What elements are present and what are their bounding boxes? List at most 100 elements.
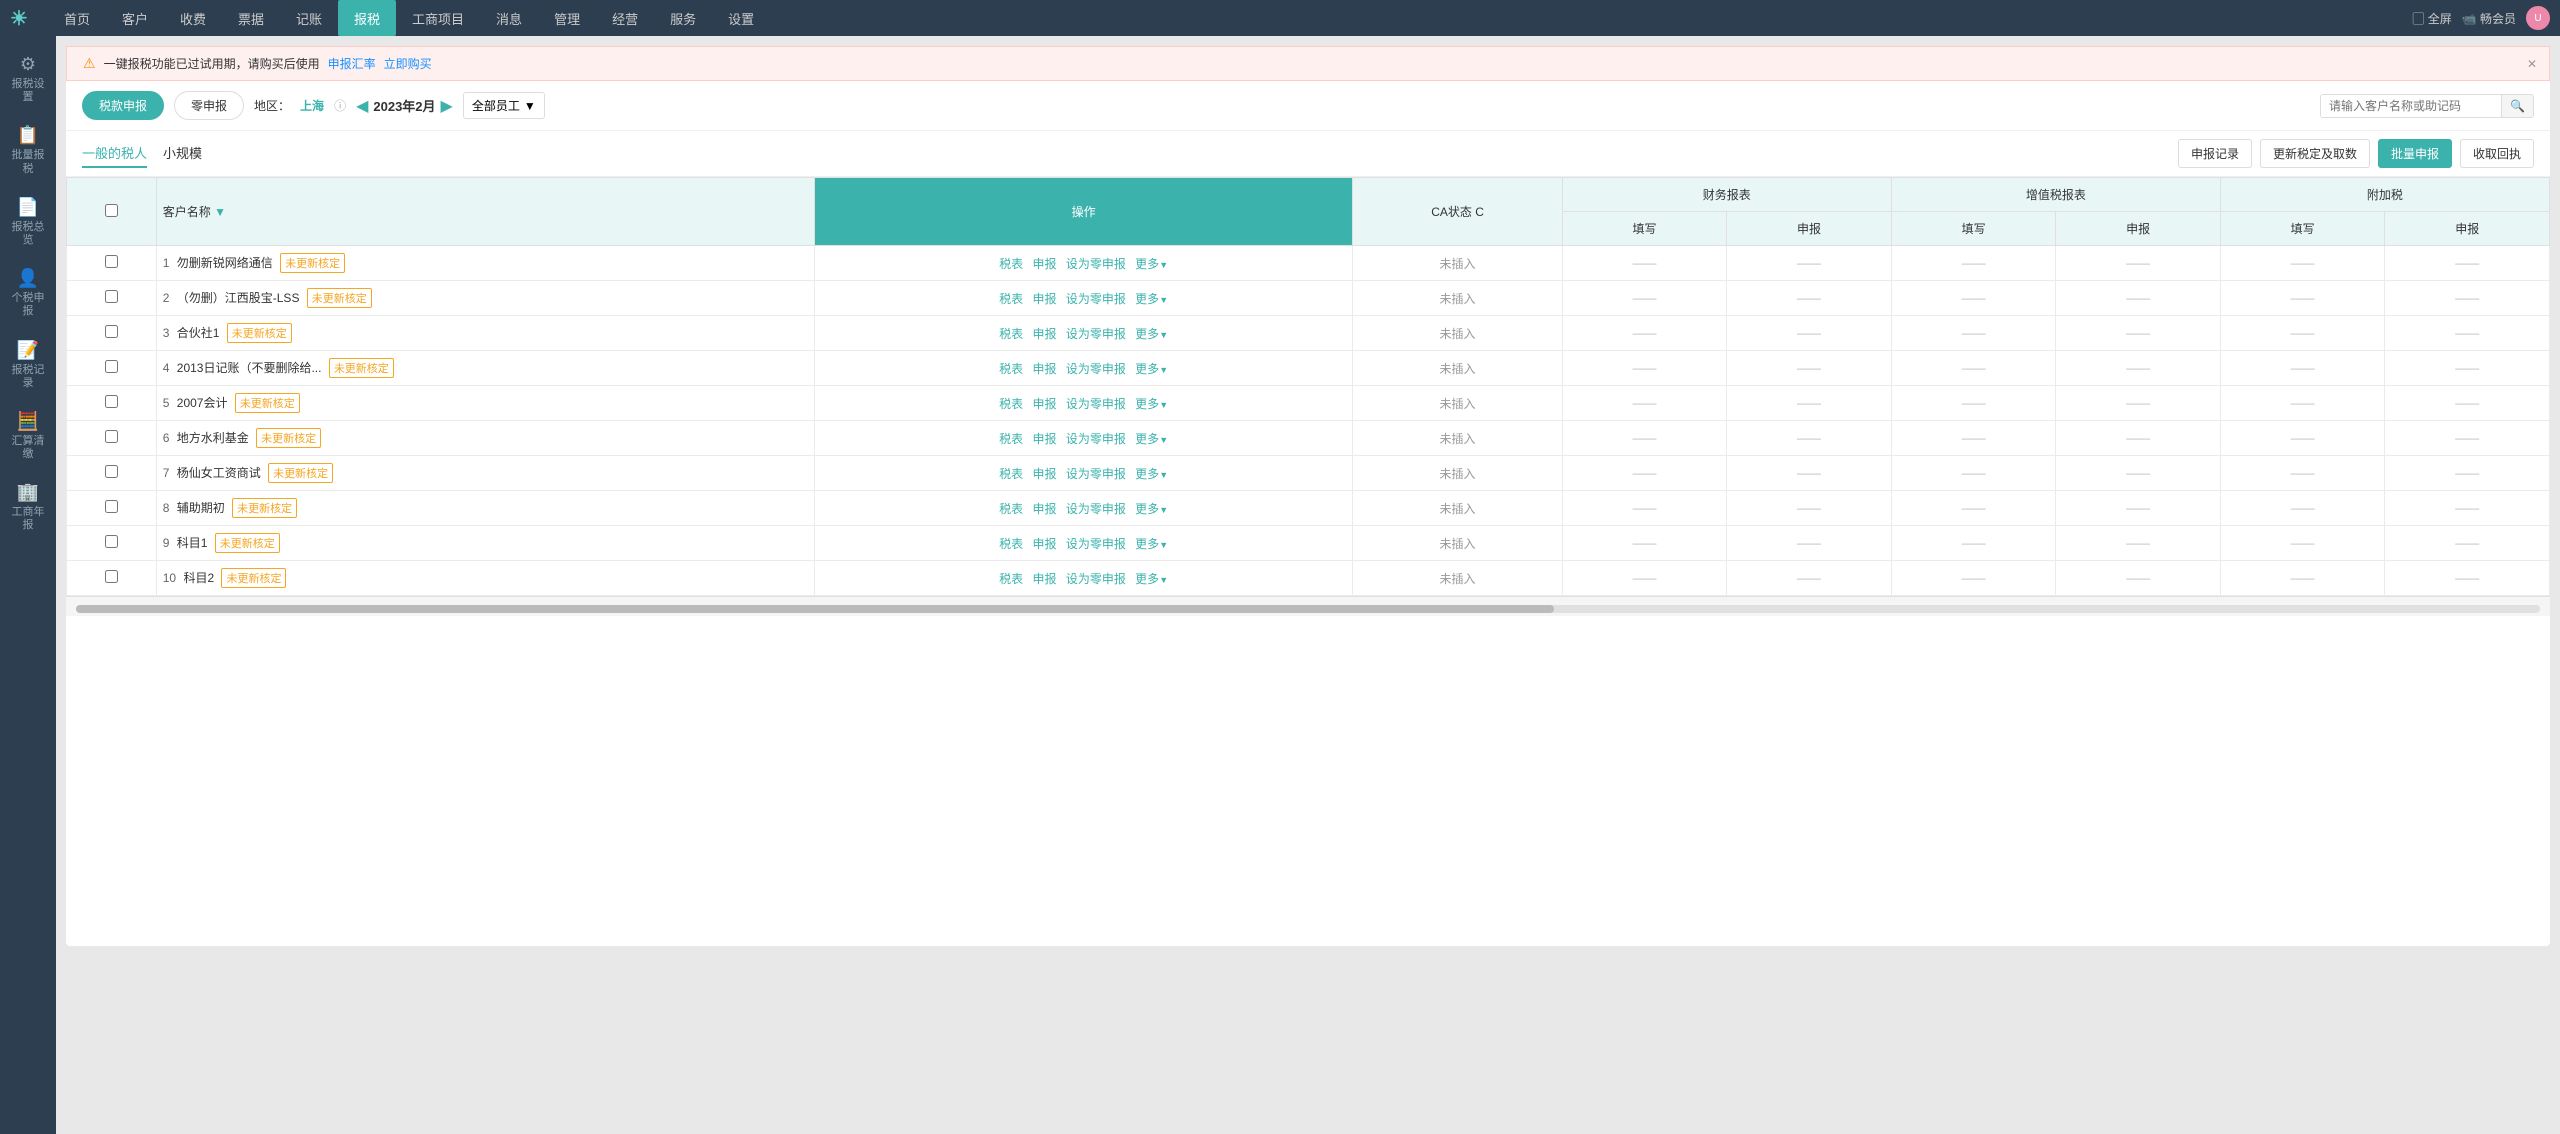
sidebar-item-tax-settings[interactable]: ⚙ 报税设置 xyxy=(3,46,53,112)
nav-operation[interactable]: 经营 xyxy=(596,0,654,36)
op-more[interactable]: 更多▼ xyxy=(1135,502,1168,516)
row-checkbox[interactable] xyxy=(105,325,118,338)
sidebar-item-settlement[interactable]: 🧮 汇算清缴 xyxy=(3,403,53,469)
banner-close-btn[interactable]: ✕ xyxy=(2527,57,2537,71)
sidebar-item-personal-tax[interactable]: 👤 个税申报 xyxy=(3,260,53,326)
op-declare[interactable]: 申报 xyxy=(1032,572,1056,586)
search-input[interactable] xyxy=(2321,95,2501,117)
nav-fee[interactable]: 收费 xyxy=(164,0,222,36)
nav-invoice[interactable]: 票据 xyxy=(222,0,280,36)
op-more[interactable]: 更多▼ xyxy=(1135,362,1168,376)
op-more[interactable]: 更多▼ xyxy=(1135,467,1168,481)
user-avatar[interactable]: U xyxy=(2526,6,2550,30)
sidebar-item-batch-tax[interactable]: 📋 批量报税 xyxy=(3,117,53,183)
op-set-zero[interactable]: 设为零申报 xyxy=(1066,397,1126,411)
sidebar-item-annual-report[interactable]: 🏢 工商年报 xyxy=(3,474,53,540)
row-checkbox[interactable] xyxy=(105,360,118,373)
op-more[interactable]: 更多▼ xyxy=(1135,572,1168,586)
client-name-text[interactable]: （勿删）江西股宝-LSS xyxy=(177,291,300,305)
op-tax-form[interactable]: 税表 xyxy=(999,292,1023,306)
op-set-zero[interactable]: 设为零申报 xyxy=(1066,257,1126,271)
row-checkbox[interactable] xyxy=(105,535,118,548)
client-name-text[interactable]: 地方水利基金 xyxy=(177,431,249,445)
search-button[interactable]: 🔍 xyxy=(2501,95,2533,117)
nav-settings[interactable]: 设置 xyxy=(712,0,770,36)
row-checkbox-cell[interactable] xyxy=(67,316,157,351)
row-checkbox-cell[interactable] xyxy=(67,526,157,561)
op-declare[interactable]: 申报 xyxy=(1032,432,1056,446)
nav-service[interactable]: 服务 xyxy=(654,0,712,36)
op-set-zero[interactable]: 设为零申报 xyxy=(1066,467,1126,481)
row-checkbox-cell[interactable] xyxy=(67,561,157,596)
client-name-text[interactable]: 科目1 xyxy=(177,536,208,550)
tab-zero-declaration[interactable]: 零申报 xyxy=(174,91,244,120)
batch-declaration-btn[interactable]: 批量申报 xyxy=(2378,139,2452,168)
row-checkbox-cell[interactable] xyxy=(67,421,157,456)
row-checkbox-cell[interactable] xyxy=(67,386,157,421)
next-month-btn[interactable]: ▶ xyxy=(441,96,453,116)
sort-icon[interactable]: ▼ xyxy=(214,205,226,219)
vip-btn[interactable]: 📹 畅会员 xyxy=(2462,10,2516,27)
op-declare[interactable]: 申报 xyxy=(1032,467,1056,481)
prev-month-btn[interactable]: ◀ xyxy=(356,96,368,116)
row-checkbox[interactable] xyxy=(105,430,118,443)
declaration-records-btn[interactable]: 申报记录 xyxy=(2178,139,2252,168)
row-checkbox[interactable] xyxy=(105,465,118,478)
op-tax-form[interactable]: 税表 xyxy=(999,432,1023,446)
banner-link1[interactable]: 申报汇率 xyxy=(328,55,376,72)
client-name-text[interactable]: 勿删新锐网络通信 xyxy=(177,256,273,270)
nav-client[interactable]: 客户 xyxy=(106,0,164,36)
op-tax-form[interactable]: 税表 xyxy=(999,327,1023,341)
op-tax-form[interactable]: 税表 xyxy=(999,572,1023,586)
op-more[interactable]: 更多▼ xyxy=(1135,397,1168,411)
op-more[interactable]: 更多▼ xyxy=(1135,257,1168,271)
row-checkbox-cell[interactable] xyxy=(67,281,157,316)
client-name-text[interactable]: 科目2 xyxy=(183,571,214,585)
row-checkbox-cell[interactable] xyxy=(67,456,157,491)
banner-link2[interactable]: 立即购买 xyxy=(384,55,432,72)
client-name-text[interactable]: 2007会计 xyxy=(177,396,228,410)
op-set-zero[interactable]: 设为零申报 xyxy=(1066,502,1126,516)
op-declare[interactable]: 申报 xyxy=(1032,327,1056,341)
op-declare[interactable]: 申报 xyxy=(1032,502,1056,516)
update-tax-btn[interactable]: 更新税定及取数 xyxy=(2260,139,2370,168)
client-name-text[interactable]: 辅助期初 xyxy=(177,501,225,515)
op-tax-form[interactable]: 税表 xyxy=(999,467,1023,481)
op-declare[interactable]: 申报 xyxy=(1032,292,1056,306)
op-set-zero[interactable]: 设为零申报 xyxy=(1066,362,1126,376)
th-select-all[interactable] xyxy=(67,178,157,246)
tab-small-scale[interactable]: 小规模 xyxy=(163,139,202,168)
sidebar-item-tax-overview[interactable]: 📄 报税总览 xyxy=(3,189,53,255)
select-all-checkbox[interactable] xyxy=(105,204,118,217)
op-more[interactable]: 更多▼ xyxy=(1135,327,1168,341)
row-checkbox-cell[interactable] xyxy=(67,351,157,386)
client-name-text[interactable]: 2013日记账（不要删除给... xyxy=(177,361,322,375)
op-declare[interactable]: 申报 xyxy=(1032,397,1056,411)
op-declare[interactable]: 申报 xyxy=(1032,257,1056,271)
row-checkbox-cell[interactable] xyxy=(67,491,157,526)
nav-manage[interactable]: 管理 xyxy=(538,0,596,36)
op-tax-form[interactable]: 税表 xyxy=(999,257,1023,271)
client-name-text[interactable]: 合伙社1 xyxy=(177,326,220,340)
row-checkbox[interactable] xyxy=(105,500,118,513)
op-set-zero[interactable]: 设为零申报 xyxy=(1066,327,1126,341)
op-tax-form[interactable]: 税表 xyxy=(999,502,1023,516)
op-set-zero[interactable]: 设为零申报 xyxy=(1066,292,1126,306)
row-checkbox-cell[interactable] xyxy=(67,246,157,281)
op-tax-form[interactable]: 税表 xyxy=(999,362,1023,376)
sidebar-item-tax-records[interactable]: 📝 报税记录 xyxy=(3,332,53,398)
op-set-zero[interactable]: 设为零申报 xyxy=(1066,537,1126,551)
row-checkbox[interactable] xyxy=(105,395,118,408)
nav-messages[interactable]: 消息 xyxy=(480,0,538,36)
nav-bookkeeping[interactable]: 记账 xyxy=(280,0,338,36)
row-checkbox[interactable] xyxy=(105,255,118,268)
department-select[interactable]: 全部员工 ▼ xyxy=(463,92,545,119)
row-checkbox[interactable] xyxy=(105,570,118,583)
op-tax-form[interactable]: 税表 xyxy=(999,537,1023,551)
op-more[interactable]: 更多▼ xyxy=(1135,292,1168,306)
row-checkbox[interactable] xyxy=(105,290,118,303)
fullscreen-btn[interactable]: ▢ 全屏 xyxy=(2412,10,2451,27)
client-name-text[interactable]: 杨仙女工资商试 xyxy=(177,466,261,480)
tab-tax-declaration[interactable]: 税款申报 xyxy=(82,91,164,120)
retrieve-receipt-btn[interactable]: 收取回执 xyxy=(2460,139,2534,168)
